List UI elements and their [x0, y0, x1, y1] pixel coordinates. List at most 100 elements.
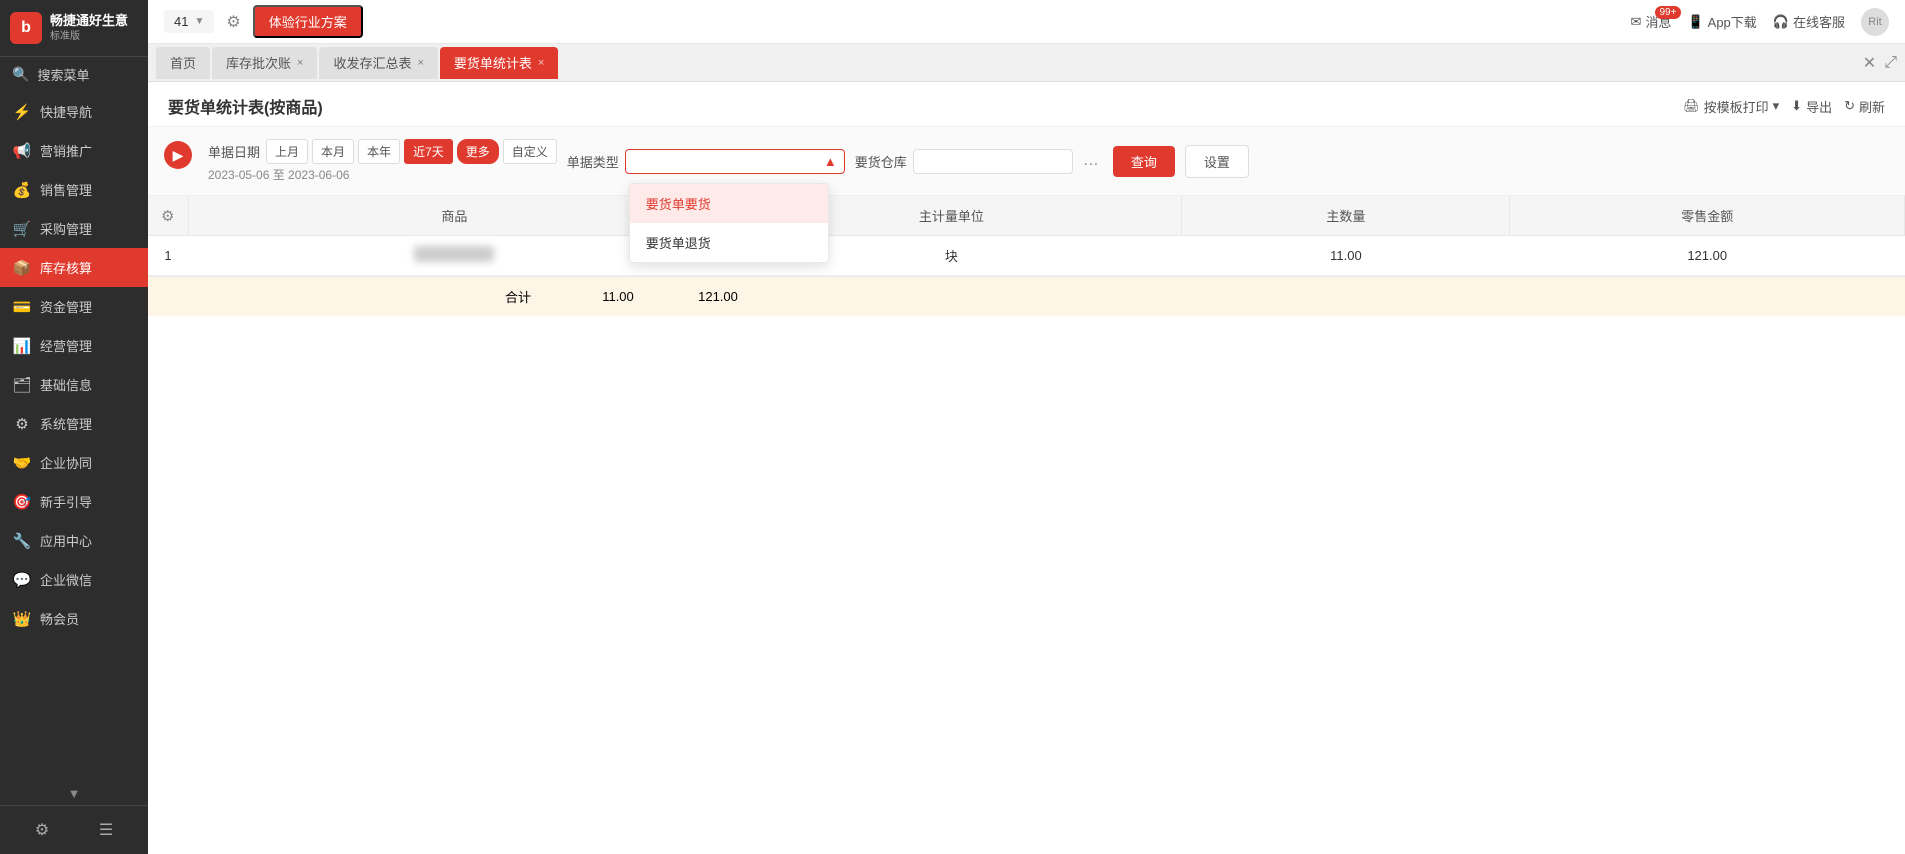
nav-icon-wecom: 💬	[12, 571, 32, 589]
sidebar-item-finance[interactable]: 💳资金管理	[0, 287, 148, 326]
nav-icon-marketing: 📢	[12, 142, 32, 160]
filter-area: ▶ 单据日期 上月本月本年近7天更多自定义 2023-05-06 至 2023-…	[148, 127, 1905, 196]
date-btn-5[interactable]: 自定义	[503, 139, 557, 164]
sidebar-item-guide[interactable]: 🎯新手引导	[0, 482, 148, 521]
app-download-label: App下载	[1708, 12, 1757, 31]
menu-icon[interactable]: ☰	[91, 816, 121, 844]
search-menu[interactable]: 🔍 搜索菜单	[0, 57, 148, 92]
date-btn-0[interactable]: 上月	[266, 139, 308, 164]
print-label: 按模板打印	[1704, 97, 1769, 116]
sidebar-item-marketing[interactable]: 📢 营销推广	[0, 131, 148, 170]
type-filter-group: 单据类型 ▲ 要货单要货 要货单退货	[567, 149, 845, 174]
refresh-icon: ↻	[1844, 98, 1855, 114]
nav-label-marketing: 营销推广	[40, 141, 136, 160]
warehouse-more-btn[interactable]: …	[1079, 148, 1103, 174]
refresh-btn[interactable]: ↻ 刷新	[1844, 97, 1885, 116]
print-icon: 🖨	[1683, 98, 1700, 114]
footer-quantity: 11.00	[568, 289, 668, 304]
query-button[interactable]: 查询	[1113, 146, 1175, 177]
type-filter-chevron[interactable]: ▲	[824, 154, 837, 169]
table-row: 1 块 11.00 121.00	[148, 236, 1905, 276]
tab-batch-account[interactable]: 库存批次账×	[212, 47, 317, 79]
sidebar-item-system[interactable]: ⚙系统管理	[0, 404, 148, 443]
warehouse-filter-label: 要货仓库	[855, 152, 907, 171]
date-btn-1[interactable]: 本月	[312, 139, 354, 164]
page-header: 要货单统计表(按商品) 🖨 按模板打印 ▾ ⬇ 导出 ↻ 刷新	[148, 82, 1905, 127]
type-dropdown-menu: 要货单要货 要货单退货	[629, 183, 829, 263]
promo-button[interactable]: 体验行业方案	[253, 5, 363, 38]
dropdown-item-order[interactable]: 要货单要货	[630, 184, 828, 223]
nav-icon-quick-nav: ⚡	[12, 103, 32, 121]
data-table: ⚙ 商品 主计量单位 主数量 零售金额 1 块	[148, 196, 1905, 276]
nav-label-collab: 企业协同	[40, 453, 136, 472]
sidebar-item-collab[interactable]: 🤝 企业协同	[0, 443, 148, 482]
sidebar-item-sales[interactable]: 💰销售管理	[0, 170, 148, 209]
sidebar-item-appstore[interactable]: 🔧应用中心	[0, 521, 148, 560]
store-selector[interactable]: 41 ▼	[164, 10, 214, 33]
sidebar-item-purchase[interactable]: 🛒采购管理	[0, 209, 148, 248]
scroll-down-btn[interactable]: ▼	[0, 782, 148, 805]
export-btn[interactable]: ⬇ 导出	[1791, 97, 1832, 116]
sidebar-item-member[interactable]: 👑畅会员	[0, 599, 148, 638]
tab-home[interactable]: 首页	[156, 47, 210, 79]
topbar-settings-icon[interactable]: ⚙	[226, 12, 240, 32]
th-amount: 零售金额	[1510, 196, 1905, 236]
nav-label-system: 系统管理	[40, 414, 136, 433]
nav-icon-guide: 🎯	[12, 493, 32, 511]
tab-receive-summary[interactable]: 收发存汇总表×	[319, 47, 437, 79]
print-btn[interactable]: 🖨 按模板打印 ▾	[1683, 97, 1779, 116]
settings-button[interactable]: 设置	[1185, 145, 1249, 178]
sidebar-item-wecom[interactable]: 💬 企业微信	[0, 560, 148, 599]
online-service-label: 在线客服	[1793, 12, 1845, 31]
app-download-btn[interactable]: 📱 App下载	[1687, 12, 1756, 31]
sidebar-item-quick-nav[interactable]: ⚡快捷导航	[0, 92, 148, 131]
nav-icon-collab: 🤝	[12, 454, 32, 472]
date-btn-4[interactable]: 更多	[457, 139, 499, 164]
page-header-actions: 🖨 按模板打印 ▾ ⬇ 导出 ↻ 刷新	[1683, 97, 1885, 116]
nav-label-inventory: 库存核算	[40, 258, 136, 277]
tab-order-stats[interactable]: 要货单统计表×	[440, 47, 558, 79]
filter-toggle-btn[interactable]: ▶	[164, 141, 192, 169]
sidebar-nav: ⚡快捷导航 📢 营销推广 💰销售管理🛒采购管理 📦 库存核算 💳资金管理📊经营管理🗂基础信息…	[0, 92, 148, 782]
nav-icon-inventory: 📦	[12, 259, 32, 277]
search-label: 搜索菜单	[37, 65, 89, 84]
store-dropdown-arrow: ▼	[194, 16, 204, 27]
warehouse-filter-input[interactable]	[913, 149, 1073, 174]
page-title: 要货单统计表(按商品)	[168, 94, 323, 118]
footer-amount: 121.00	[668, 289, 768, 304]
th-settings-icon[interactable]: ⚙	[161, 208, 174, 225]
nav-icon-member: 👑	[12, 610, 32, 628]
type-filter-input[interactable]	[625, 149, 845, 174]
sidebar-item-basics[interactable]: 🗂基础信息	[0, 365, 148, 404]
table-footer: 合计 11.00 121.00	[148, 276, 1905, 316]
messages-btn[interactable]: ✉ 消息 99+	[1631, 12, 1672, 31]
online-service-btn[interactable]: 🎧 在线客服	[1773, 12, 1845, 31]
tab-close-order-stats[interactable]: ×	[538, 57, 544, 69]
date-range-btns: 上月本月本年近7天更多自定义	[266, 139, 557, 164]
date-btn-3[interactable]: 近7天	[404, 139, 453, 164]
nav-label-operations: 经营管理	[40, 336, 136, 355]
settings-icon[interactable]: ⚙	[27, 816, 57, 844]
sidebar-item-operations[interactable]: 📊经营管理	[0, 326, 148, 365]
type-filter-label: 单据类型	[567, 152, 619, 171]
sidebar-footer: ⚙ ☰	[0, 805, 148, 854]
nav-label-wecom: 企业微信	[40, 570, 136, 589]
nav-label-basics: 基础信息	[40, 375, 136, 394]
sidebar-item-inventory[interactable]: 📦 库存核算	[0, 248, 148, 287]
date-range-text: 2023-05-06 至 2023-06-06	[208, 166, 557, 183]
nav-icon-purchase: 🛒	[12, 220, 32, 238]
messages-badge: 99+	[1655, 6, 1682, 19]
date-btn-2[interactable]: 本年	[358, 139, 400, 164]
brand-sub: 标准版	[50, 30, 128, 43]
dropdown-item-return[interactable]: 要货单退货	[630, 223, 828, 262]
tab-close-batch-account[interactable]: ×	[297, 57, 303, 69]
nav-label-finance: 资金管理	[40, 297, 136, 316]
expand-btn[interactable]: ⤢	[1884, 54, 1897, 72]
close-all-btn[interactable]: ✕	[1863, 53, 1876, 73]
main-content: 41 ▼ ⚙ 体验行业方案 ✉ 消息 99+ 📱 App下载 🎧 在线客服 Ri…	[148, 0, 1905, 854]
tabs-actions: ✕ ⤢	[1863, 53, 1897, 73]
nav-label-appstore: 应用中心	[40, 531, 136, 550]
tab-close-receive-summary[interactable]: ×	[417, 57, 423, 69]
user-avatar[interactable]: Rit	[1861, 8, 1889, 36]
page-content: 要货单统计表(按商品) 🖨 按模板打印 ▾ ⬇ 导出 ↻ 刷新 ▶	[148, 82, 1905, 854]
